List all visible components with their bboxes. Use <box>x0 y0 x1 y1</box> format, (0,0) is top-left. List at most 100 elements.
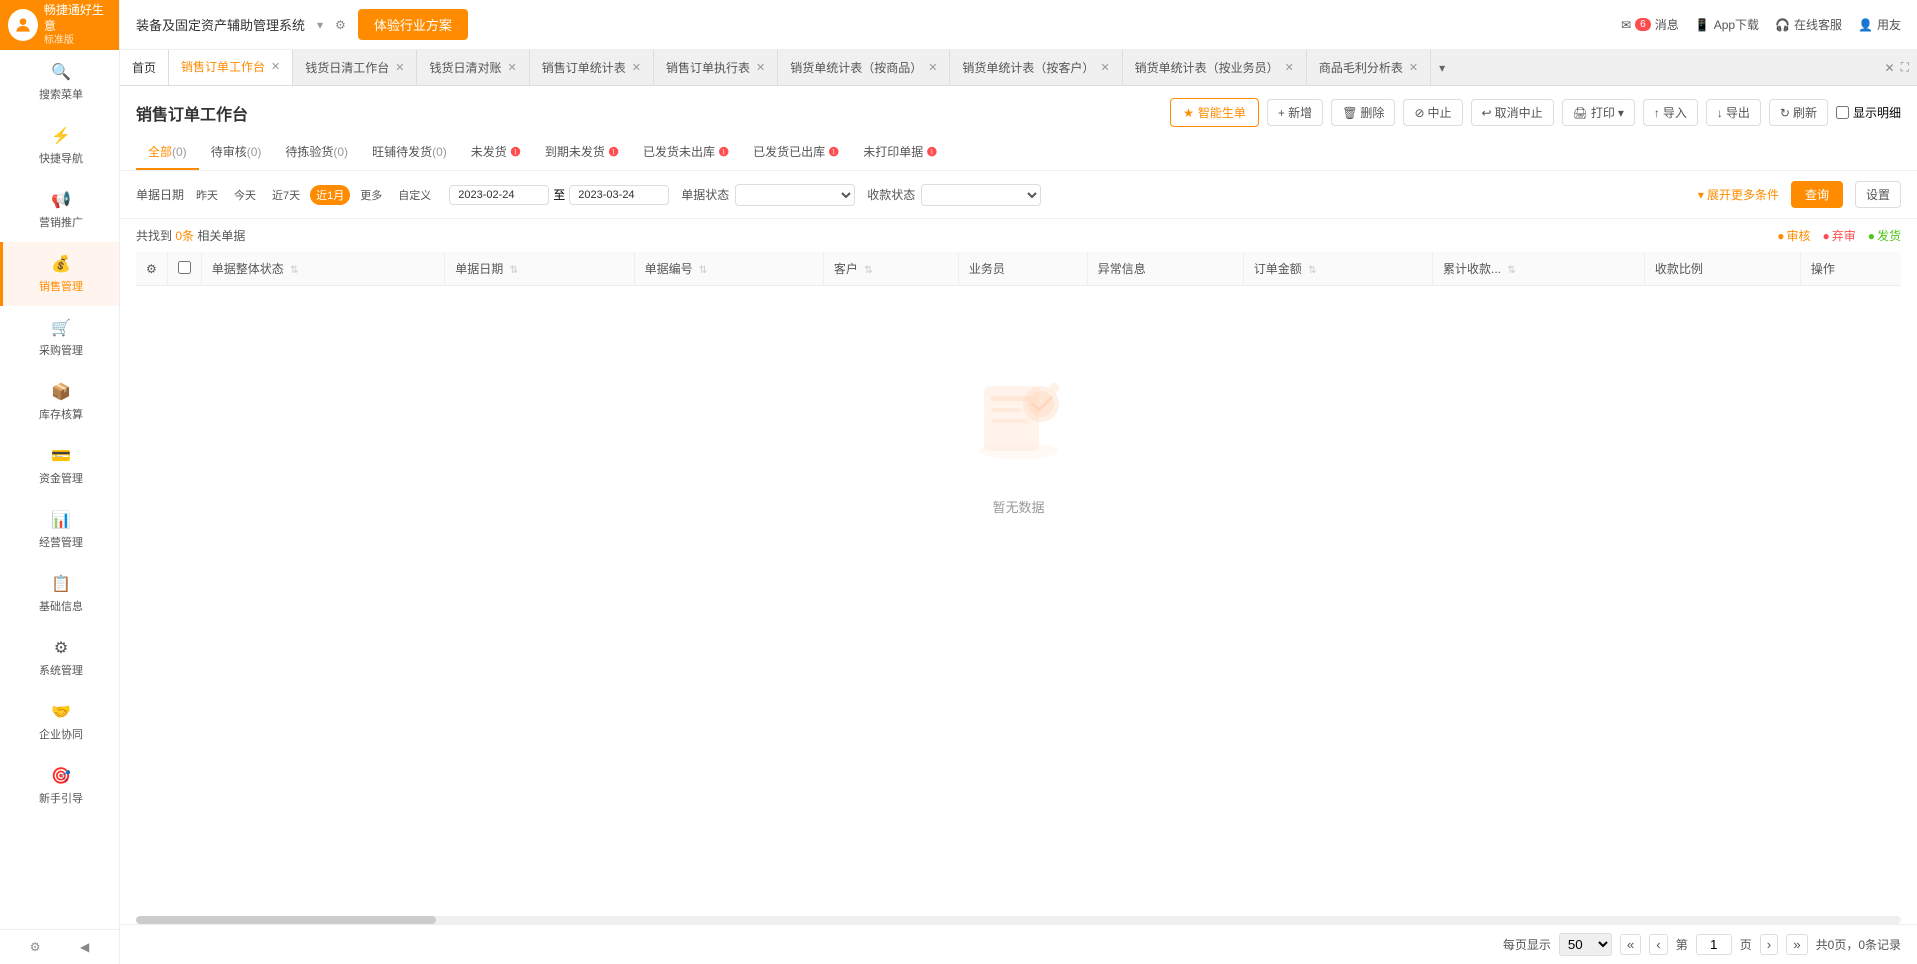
export-btn[interactable]: ↓ 导出 <box>1706 99 1761 126</box>
tab-sales-summary-customer[interactable]: 销货单统计表（按客户） ✕ <box>950 50 1122 86</box>
sidebar-item-sales[interactable]: 💰 销售管理 <box>0 242 119 306</box>
tab-sales-workbench[interactable]: 销售订单工作台 ✕ <box>169 50 293 86</box>
message-btn[interactable]: ✉ 6 消息 <box>1621 16 1679 33</box>
prev-page-btn[interactable]: ‹ <box>1649 934 1667 955</box>
sidebar-item-finance[interactable]: 💳 资金管理 <box>0 434 119 498</box>
col-ratio: 收款比例 <box>1644 252 1800 286</box>
tab-maximize[interactable]: ⛶ <box>1901 60 1909 75</box>
filter-tab-pending-inspect[interactable]: 待拣验货(0) <box>273 135 360 170</box>
date-from-input[interactable] <box>449 185 549 205</box>
system-dropdown-arrow[interactable]: ▾ <box>317 18 323 32</box>
show-detail-toggle[interactable]: 显示明细 <box>1836 104 1901 121</box>
col-settings[interactable]: ⚙ <box>136 252 167 286</box>
app-download-btn[interactable]: 📱 App下载 <box>1695 16 1759 33</box>
page-suffix: 页 <box>1740 936 1752 953</box>
sidebar-item-operations[interactable]: 📊 经营管理 <box>0 498 119 562</box>
close-sales-summary-customer[interactable]: ✕ <box>1100 61 1109 74</box>
filter-tab-wangpu[interactable]: 旺铺待发货(0) <box>360 135 459 170</box>
close-sales-workbench[interactable]: ✕ <box>271 60 280 73</box>
tab-cash-reconcile[interactable]: 钱货日清对账 ✕ <box>417 50 529 86</box>
per-page-select[interactable]: 50 10 20 100 <box>1559 933 1612 956</box>
cancel-review-action[interactable]: ● 弃审 <box>1822 227 1855 244</box>
tab-close-all[interactable]: ✕ <box>1885 61 1895 75</box>
close-sales-stat[interactable]: ✕ <box>632 61 641 74</box>
close-sales-summary-staff[interactable]: ✕ <box>1285 61 1294 74</box>
date-yesterday[interactable]: 昨天 <box>190 185 224 205</box>
user-btn[interactable]: 👤 用友 <box>1858 16 1901 33</box>
online-service-btn[interactable]: 🎧 在线客服 <box>1775 16 1842 33</box>
add-btn[interactable]: + 新增 <box>1267 99 1323 126</box>
close-sales-summary-product[interactable]: ✕ <box>928 61 937 74</box>
status-select[interactable] <box>735 184 855 206</box>
page-label: 第 <box>1676 936 1688 953</box>
sidebar-item-basic-info[interactable]: 📋 基础信息 <box>0 562 119 626</box>
query-btn[interactable]: 查询 <box>1791 181 1843 208</box>
print-dropdown[interactable]: ▾ <box>1618 106 1624 120</box>
settings-icon[interactable]: ⚙ <box>30 940 41 954</box>
close-cash-daily[interactable]: ✕ <box>395 61 404 74</box>
sidebar-item-inventory[interactable]: 📦 库存核算 <box>0 370 119 434</box>
print-btn[interactable]: 🖨 打印 ▾ <box>1562 99 1635 126</box>
tab-sales-stat[interactable]: 销售订单统计表 ✕ <box>530 50 654 86</box>
date-7days[interactable]: 近7天 <box>266 185 306 205</box>
last-page-btn[interactable]: » <box>1786 934 1807 955</box>
filter-tab-all[interactable]: 全部(0) <box>136 135 199 170</box>
sidebar-item-marketing[interactable]: 📢 营销推广 <box>0 178 119 242</box>
payment-select[interactable] <box>921 184 1041 206</box>
settings-btn[interactable]: 设置 <box>1855 181 1901 208</box>
delete-btn[interactable]: 🗑 删除 <box>1331 99 1395 126</box>
sidebar-item-guide[interactable]: 🎯 新手引导 <box>0 754 119 818</box>
date-to-input[interactable] <box>569 185 669 205</box>
horizontal-scrollbar[interactable] <box>136 916 1901 924</box>
review-action[interactable]: ● 审核 <box>1777 227 1810 244</box>
tab-margin-analysis[interactable]: 商品毛利分析表 ✕ <box>1307 50 1431 86</box>
filter-tab-not-printed[interactable]: 未打印单据 ❶ <box>851 135 949 170</box>
tab-overflow-btn[interactable]: ▾ <box>1431 61 1453 75</box>
ship-action[interactable]: ● 发货 <box>1868 227 1901 244</box>
filter-tab-shipped-not-out[interactable]: 已发货未出库 ❶ <box>631 135 741 170</box>
industry-btn[interactable]: 体验行业方案 <box>358 9 468 40</box>
first-page-btn[interactable]: « <box>1620 934 1641 955</box>
filter-tab-overdue-not-shipped[interactable]: 到期未发货 ❶ <box>533 135 631 170</box>
tab-sales-exec[interactable]: 销售订单执行表 ✕ <box>654 50 778 86</box>
sidebar-item-search[interactable]: 🔍 搜索菜单 <box>0 50 119 114</box>
refresh-btn[interactable]: ↻ 刷新 <box>1769 99 1828 126</box>
close-cash-reconcile[interactable]: ✕ <box>508 61 517 74</box>
current-page-input[interactable] <box>1696 934 1732 955</box>
sort-amount[interactable]: ⇅ <box>1308 265 1316 276</box>
filter-tab-pending-review[interactable]: 待审核(0) <box>199 135 274 170</box>
sort-date[interactable]: ⇅ <box>510 265 518 276</box>
date-custom[interactable]: 自定义 <box>392 185 437 205</box>
date-today[interactable]: 今天 <box>228 185 262 205</box>
collapse-icon[interactable]: ◀ <box>80 940 89 954</box>
col-checkbox[interactable] <box>167 252 201 286</box>
sort-number[interactable]: ⇅ <box>699 265 707 276</box>
import-btn[interactable]: ↑ 导入 <box>1643 99 1698 126</box>
sidebar-item-purchase[interactable]: 🛒 采购管理 <box>0 306 119 370</box>
close-sales-exec[interactable]: ✕ <box>756 61 765 74</box>
sort-customer[interactable]: ⇅ <box>864 265 872 276</box>
tab-sales-summary-product[interactable]: 销货单统计表（按商品） ✕ <box>778 50 950 86</box>
select-all-checkbox[interactable] <box>178 261 191 274</box>
cancel-abort-btn[interactable]: ↩ 取消中止 <box>1471 99 1554 126</box>
scrollbar-thumb[interactable] <box>136 916 436 924</box>
sidebar-item-enterprise[interactable]: 🤝 企业协同 <box>0 690 119 754</box>
tab-home[interactable]: 首页 <box>120 50 169 86</box>
filter-tab-shipped-out[interactable]: 已发货已出库 ❶ <box>741 135 851 170</box>
date-more[interactable]: 更多 <box>354 185 388 205</box>
abort-btn[interactable]: ⊘ 中止 <box>1403 99 1462 126</box>
sort-status[interactable]: ⇅ <box>290 265 298 276</box>
gear-settings[interactable]: ⚙ <box>335 18 346 32</box>
tab-cash-daily[interactable]: 钱货日清工作台 ✕ <box>293 50 417 86</box>
date-1month[interactable]: 近1月 <box>310 185 350 205</box>
sidebar-item-quick-nav[interactable]: ⚡ 快捷导航 <box>0 114 119 178</box>
next-page-btn[interactable]: › <box>1760 934 1778 955</box>
close-margin-analysis[interactable]: ✕ <box>1409 61 1418 74</box>
expand-conditions-btn[interactable]: ▾ 展开更多条件 <box>1698 186 1779 203</box>
sidebar-item-system[interactable]: ⚙ 系统管理 <box>0 626 119 690</box>
filter-tab-not-shipped[interactable]: 未发货 ❶ <box>459 135 533 170</box>
smart-order-btn[interactable]: ★ 智能生单 <box>1170 98 1259 127</box>
tab-sales-summary-staff[interactable]: 销货单统计表（按业务员） ✕ <box>1123 50 1307 86</box>
sort-collected[interactable]: ⇅ <box>1507 265 1515 276</box>
show-detail-checkbox[interactable] <box>1836 106 1849 119</box>
